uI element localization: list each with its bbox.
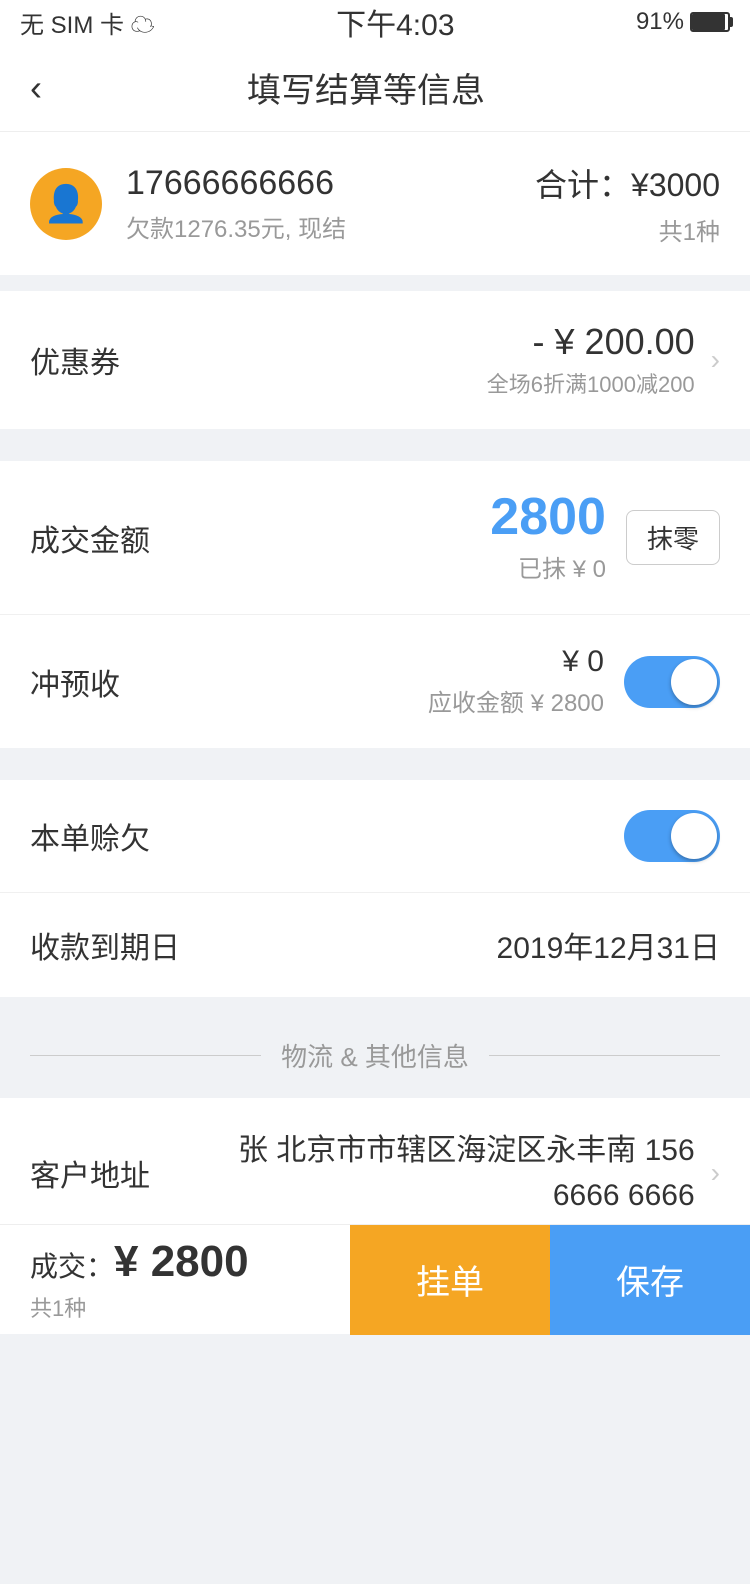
due-date-row: 收款到期日 2019年12月31日 [0,893,750,997]
battery-icon [690,12,730,32]
back-button[interactable]: ‹ [30,67,42,109]
due-date-label: 收款到期日 [30,923,180,967]
customer-card: 👤 17666666666 欠款1276.35元, 现结 合计：¥3000 共1… [0,132,750,275]
divider-2 [0,764,750,780]
deal-amount-label: 成交金额 [30,516,170,560]
status-bar: 无 SIM 卡 ☁ 下午4:03 91% [0,0,750,44]
content: 👤 17666666666 欠款1276.35元, 现结 合计：¥3000 共1… [0,132,750,1584]
debt-content [170,810,720,862]
status-left: 无 SIM 卡 ☁ [20,5,155,40]
save-button[interactable]: 保存 [550,1225,750,1335]
debt-toggle[interactable] [624,810,720,862]
bottom-deal-amount: ¥ 2800 [114,1237,249,1286]
coupon-row[interactable]: 优惠券 - ¥ 200.00 全场6折满1000减200 › [0,291,750,429]
address-content: 张 北京市市辖区海淀区永丰南 156 6666 6666 › [170,1128,720,1218]
total-amount: 合计：¥3000 [535,160,720,206]
address-chevron-icon: › [711,1157,720,1189]
prepay-content: ¥ 0 应收金额 ¥ 2800 [170,645,720,718]
coupon-right: - ¥ 200.00 全场6折满1000减200 [487,321,695,399]
due-date-value: 2019年12月31日 [497,923,720,967]
customer-total: 合计：¥3000 共1种 [535,160,720,247]
logistics-label: 物流 & 其他信息 [261,1037,489,1074]
address-value: 张 北京市市辖区海淀区永丰南 156 6666 6666 [170,1128,695,1218]
prepay-right: ¥ 0 应收金额 ¥ 2800 [428,645,604,718]
coupon-section: 优惠券 - ¥ 200.00 全场6折满1000减200 › [0,291,750,429]
customer-sub: 欠款1276.35元, 现结 [126,209,535,244]
prepay-label: 冲预收 [30,660,170,704]
total-label: 合计： [535,167,631,203]
debt-label: 本单赊欠 [30,814,170,858]
sim-label: 无 SIM 卡 ☁ [20,5,155,40]
deal-amount-right: 2800 已抹 ¥ 0 [490,491,606,584]
bottom-deal-label: 成交： [30,1251,114,1282]
deal-amount-row: 成交金额 2800 已抹 ¥ 0 抹零 [0,461,750,615]
customer-phone: 17666666666 [126,164,535,203]
due-date-content: 2019年12月31日 [180,923,720,967]
debt-toggle-circle [671,813,717,859]
status-time: 下午4:03 [336,0,454,44]
avatar: 👤 [30,168,102,240]
prepay-amount: ¥ 0 [562,645,604,679]
address-label: 客户地址 [30,1151,170,1195]
divider-1 [0,445,750,461]
coupon-chevron-icon: › [711,344,720,376]
bottom-count: 共1种 [30,1291,320,1323]
debt-section: 本单赊欠 收款到期日 2019年12月31日 [0,780,750,997]
already-rounded: 已抹 ¥ 0 [518,549,606,584]
coupon-label: 优惠券 [30,338,170,382]
battery-percent: 91% [636,8,684,36]
coupon-content: - ¥ 200.00 全场6折满1000减200 › [170,321,720,399]
page-title: 填写结算等信息 [62,63,670,112]
total-count: 共1种 [535,212,720,247]
coupon-amount: - ¥ 200.00 [533,321,695,363]
debt-row: 本单赊欠 [0,780,750,893]
total-value: ¥3000 [631,167,720,203]
round-off-button[interactable]: 抹零 [626,510,720,565]
bottom-info: 成交：¥ 2800 共1种 [0,1237,350,1323]
nav-bar: ‹ 填写结算等信息 [0,44,750,132]
coupon-desc: 全场6折满1000减200 [487,367,695,399]
prepay-sub: 应收金额 ¥ 2800 [428,683,604,718]
status-right: 91% [636,8,730,36]
divider-line-right [489,1055,720,1056]
bottom-deal-row: 成交：¥ 2800 [30,1237,320,1287]
deal-amount-value: 2800 [490,491,606,543]
avatar-icon: 👤 [44,183,89,225]
deal-amount-section: 成交金额 2800 已抹 ¥ 0 抹零 冲预收 ¥ 0 应收金额 ¥ 2800 [0,461,750,748]
toggle-circle [671,659,717,705]
logistics-divider: 物流 & 其他信息 [0,1013,750,1098]
prepay-toggle[interactable] [624,656,720,708]
bottom-bar: 成交：¥ 2800 共1种 挂单 保存 [0,1224,750,1334]
customer-info: 17666666666 欠款1276.35元, 现结 [126,164,535,244]
prepay-row: 冲预收 ¥ 0 应收金额 ¥ 2800 [0,615,750,748]
divider-line-left [30,1055,261,1056]
deal-amount-content: 2800 已抹 ¥ 0 抹零 [170,491,720,584]
hang-sale-button[interactable]: 挂单 [350,1225,550,1335]
